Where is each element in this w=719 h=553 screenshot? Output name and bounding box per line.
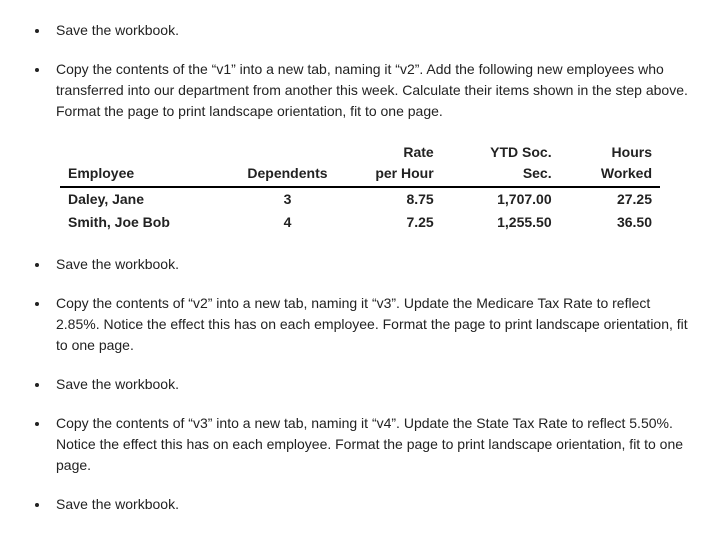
col-rate-line1: Rate <box>403 144 433 160</box>
cell-ytd: 1,255.50 <box>442 211 560 234</box>
col-hours-line1: Hours <box>612 144 652 160</box>
list-item: Save the workbook. <box>50 20 689 41</box>
cell-employee: Smith, Joe Bob <box>60 211 231 234</box>
list-item: Save the workbook. <box>50 374 689 395</box>
instruction-list-2: Save the workbook. Copy the contents of … <box>30 254 689 515</box>
table-row: Daley, Jane 3 8.75 1,707.00 27.25 <box>60 187 660 211</box>
cell-rate: 8.75 <box>344 187 442 211</box>
cell-rate: 7.25 <box>344 211 442 234</box>
cell-ytd: 1,707.00 <box>442 187 560 211</box>
cell-dependents: 3 <box>231 187 344 211</box>
list-item: Copy the contents of “v2” into a new tab… <box>50 293 689 356</box>
employee-table: Employee Dependents Rate per Hour YTD So… <box>60 140 660 234</box>
list-item: Copy the contents of “v3” into a new tab… <box>50 413 689 476</box>
col-hours-line2: Worked <box>601 165 652 181</box>
list-item: Save the workbook. <box>50 254 689 275</box>
cell-hours: 27.25 <box>560 187 660 211</box>
cell-dependents: 4 <box>231 211 344 234</box>
col-ytd-line2: Sec. <box>523 165 552 181</box>
col-rate-line2: per Hour <box>375 165 433 181</box>
cell-employee: Daley, Jane <box>60 187 231 211</box>
list-item: Copy the contents of the “v1” into a new… <box>50 59 689 122</box>
col-hours: Hours Worked <box>560 140 660 187</box>
table-header-row: Employee Dependents Rate per Hour YTD So… <box>60 140 660 187</box>
col-dependents: Dependents <box>231 140 344 187</box>
col-ytd: YTD Soc. Sec. <box>442 140 560 187</box>
col-rate: Rate per Hour <box>344 140 442 187</box>
table-row: Smith, Joe Bob 4 7.25 1,255.50 36.50 <box>60 211 660 234</box>
col-employee: Employee <box>60 140 231 187</box>
list-item: Save the workbook. <box>50 494 689 515</box>
col-ytd-line1: YTD Soc. <box>490 144 551 160</box>
instruction-list: Save the workbook. Copy the contents of … <box>30 20 689 122</box>
cell-hours: 36.50 <box>560 211 660 234</box>
